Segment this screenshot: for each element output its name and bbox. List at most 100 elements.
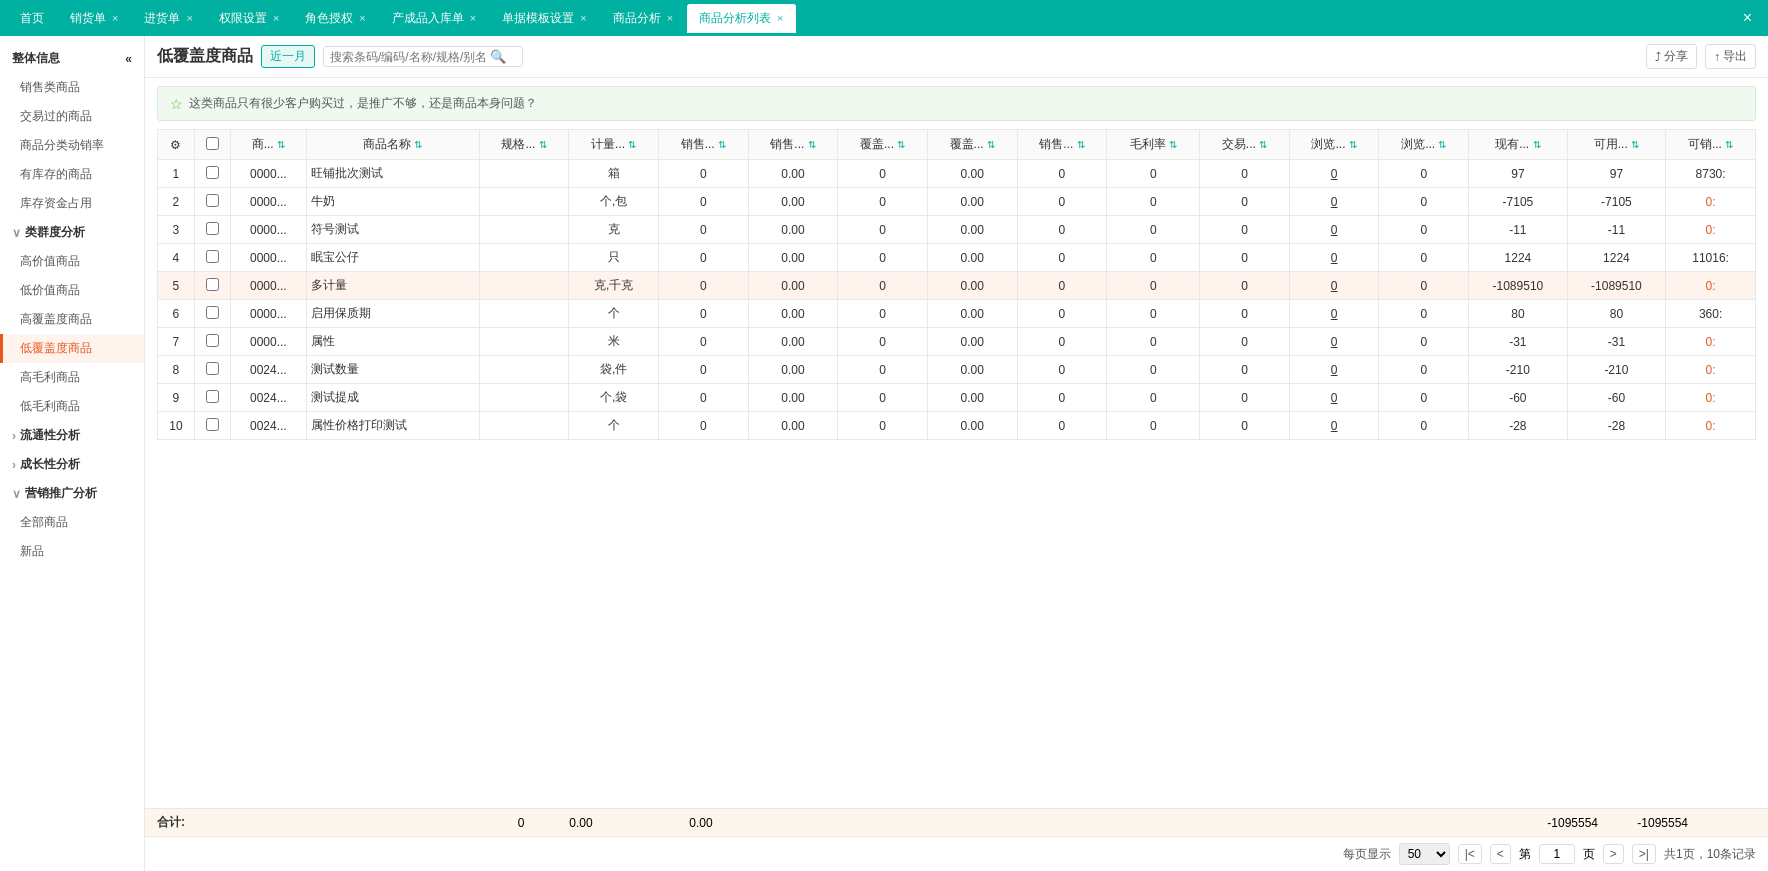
sidebar-section-growth[interactable]: ›成长性分析 — [0, 450, 144, 479]
row-browse1[interactable]: 0 — [1289, 216, 1379, 244]
row-select-checkbox[interactable] — [206, 334, 219, 347]
row-checkbox[interactable] — [194, 244, 230, 272]
sidebar-section-liquidity[interactable]: ›流通性分析 — [0, 421, 144, 450]
nav-home[interactable]: 首页 — [8, 4, 56, 33]
sidebar-item-low-margin[interactable]: 低毛利商品 — [0, 392, 144, 421]
row-checkbox[interactable] — [194, 356, 230, 384]
search-input[interactable] — [330, 50, 490, 64]
row-name[interactable]: 测试数量 — [306, 356, 479, 384]
nav-product-analysis[interactable]: 商品分析 × — [601, 4, 685, 33]
th-spec[interactable]: 规格... ⇅ — [479, 130, 569, 160]
th-transaction[interactable]: 交易... ⇅ — [1200, 130, 1290, 160]
th-name[interactable]: 商品名称 ⇅ — [306, 130, 479, 160]
row-select-checkbox[interactable] — [206, 306, 219, 319]
row-name[interactable]: 牛奶 — [306, 188, 479, 216]
row-browse1[interactable]: 0 — [1289, 412, 1379, 440]
th-sales-amount[interactable]: 销售... ⇅ — [748, 130, 838, 160]
th-code[interactable]: 商... ⇅ — [231, 130, 306, 160]
filter-period-button[interactable]: 近一月 — [261, 45, 315, 68]
row-checkbox[interactable] — [194, 188, 230, 216]
th-settings[interactable]: ⚙ — [158, 130, 195, 160]
first-page-button[interactable]: |< — [1458, 844, 1482, 864]
row-select-checkbox[interactable] — [206, 166, 219, 179]
row-checkbox[interactable] — [194, 412, 230, 440]
row-select-checkbox[interactable] — [206, 390, 219, 403]
close-icon[interactable]: × — [273, 12, 279, 24]
row-name[interactable]: 测试提成 — [306, 384, 479, 412]
close-icon[interactable]: × — [777, 12, 783, 24]
row-name[interactable]: 多计量 — [306, 272, 479, 300]
th-coverage1[interactable]: 覆盖... ⇅ — [838, 130, 928, 160]
sidebar-item-low-value[interactable]: 低价值商品 — [0, 276, 144, 305]
nav-product-warehouse[interactable]: 产成品入库单 × — [380, 4, 488, 33]
nav-template-settings[interactable]: 单据模板设置 × — [490, 4, 598, 33]
row-browse1[interactable]: 0 — [1289, 272, 1379, 300]
sidebar-section-marketing[interactable]: ∨营销推广分析 — [0, 479, 144, 508]
th-current-stock[interactable]: 现有... ⇅ — [1469, 130, 1568, 160]
row-select-checkbox[interactable] — [206, 250, 219, 263]
nav-sales-order[interactable]: 销货单 × — [58, 4, 130, 33]
close-icon[interactable]: × — [186, 12, 192, 24]
row-checkbox[interactable] — [194, 300, 230, 328]
row-checkbox[interactable] — [194, 328, 230, 356]
export-button[interactable]: ↑ 导出 — [1705, 44, 1756, 69]
row-browse1[interactable]: 0 — [1289, 328, 1379, 356]
row-checkbox[interactable] — [194, 216, 230, 244]
row-select-checkbox[interactable] — [206, 278, 219, 291]
row-name[interactable]: 属性 — [306, 328, 479, 356]
th-checkbox[interactable] — [194, 130, 230, 160]
row-browse1[interactable]: 0 — [1289, 356, 1379, 384]
row-name[interactable]: 属性价格打印测试 — [306, 412, 479, 440]
th-browse1[interactable]: 浏览... ⇅ — [1289, 130, 1379, 160]
th-sales-count[interactable]: 销售... ⇅ — [659, 130, 749, 160]
close-icon[interactable]: × — [667, 12, 673, 24]
close-icon[interactable]: × — [112, 12, 118, 24]
nav-close-all-button[interactable]: × — [1735, 5, 1760, 31]
row-checkbox[interactable] — [194, 384, 230, 412]
row-name[interactable]: 启用保质期 — [306, 300, 479, 328]
last-page-button[interactable]: >| — [1632, 844, 1656, 864]
row-browse1[interactable]: 0 — [1289, 160, 1379, 188]
sidebar-item-traded-goods[interactable]: 交易过的商品 — [0, 102, 144, 131]
row-browse1[interactable]: 0 — [1289, 244, 1379, 272]
row-select-checkbox[interactable] — [206, 418, 219, 431]
sidebar-item-low-coverage[interactable]: 低覆盖度商品 — [0, 334, 144, 363]
row-checkbox[interactable] — [194, 272, 230, 300]
nav-permissions[interactable]: 权限设置 × — [207, 4, 291, 33]
next-page-button[interactable]: > — [1603, 844, 1624, 864]
row-browse1[interactable]: 0 — [1289, 188, 1379, 216]
row-select-checkbox[interactable] — [206, 362, 219, 375]
collapse-icon[interactable]: « — [125, 52, 132, 66]
row-browse1[interactable]: 0 — [1289, 384, 1379, 412]
th-available-stock[interactable]: 可用... ⇅ — [1567, 130, 1666, 160]
row-select-checkbox[interactable] — [206, 222, 219, 235]
sidebar-item-high-value[interactable]: 高价值商品 — [0, 247, 144, 276]
close-icon[interactable]: × — [470, 12, 476, 24]
prev-page-button[interactable]: < — [1490, 844, 1511, 864]
sidebar-item-high-margin[interactable]: 高毛利商品 — [0, 363, 144, 392]
sidebar-item-high-coverage[interactable]: 高覆盖度商品 — [0, 305, 144, 334]
sidebar-item-new-goods[interactable]: 新品 — [0, 537, 144, 566]
close-icon[interactable]: × — [359, 12, 365, 24]
sidebar-section-cluster[interactable]: ∨类群度分析 — [0, 218, 144, 247]
page-number-input[interactable] — [1539, 844, 1575, 864]
nav-purchase-order[interactable]: 进货单 × — [132, 4, 204, 33]
th-unit[interactable]: 计量... ⇅ — [569, 130, 659, 160]
share-button[interactable]: ⤴ 分享 — [1646, 44, 1697, 69]
row-browse1[interactable]: 0 — [1289, 300, 1379, 328]
th-browse2[interactable]: 浏览... ⇅ — [1379, 130, 1469, 160]
row-checkbox[interactable] — [194, 160, 230, 188]
select-all-checkbox[interactable] — [206, 137, 219, 150]
nav-role-auth[interactable]: 角色授权 × — [293, 4, 377, 33]
nav-product-analysis-list[interactable]: 商品分析列表 × — [687, 4, 795, 33]
th-saleable[interactable]: 可销... ⇅ — [1666, 130, 1756, 160]
sidebar-item-stock-capital[interactable]: 库存资金占用 — [0, 189, 144, 218]
row-select-checkbox[interactable] — [206, 194, 219, 207]
th-coverage2[interactable]: 覆盖... ⇅ — [927, 130, 1017, 160]
sidebar-item-stocked-goods[interactable]: 有库存的商品 — [0, 160, 144, 189]
table-container[interactable]: ⚙ 商... ⇅ 商品名称 ⇅ 规格... ⇅ 计量... ⇅ 销售... ⇅ … — [157, 129, 1756, 808]
row-name[interactable]: 符号测试 — [306, 216, 479, 244]
row-name[interactable]: 眠宝公仔 — [306, 244, 479, 272]
th-gross-margin[interactable]: 毛利率 ⇅ — [1107, 130, 1200, 160]
sidebar-collapse-btn[interactable]: 整体信息 « — [0, 44, 144, 73]
